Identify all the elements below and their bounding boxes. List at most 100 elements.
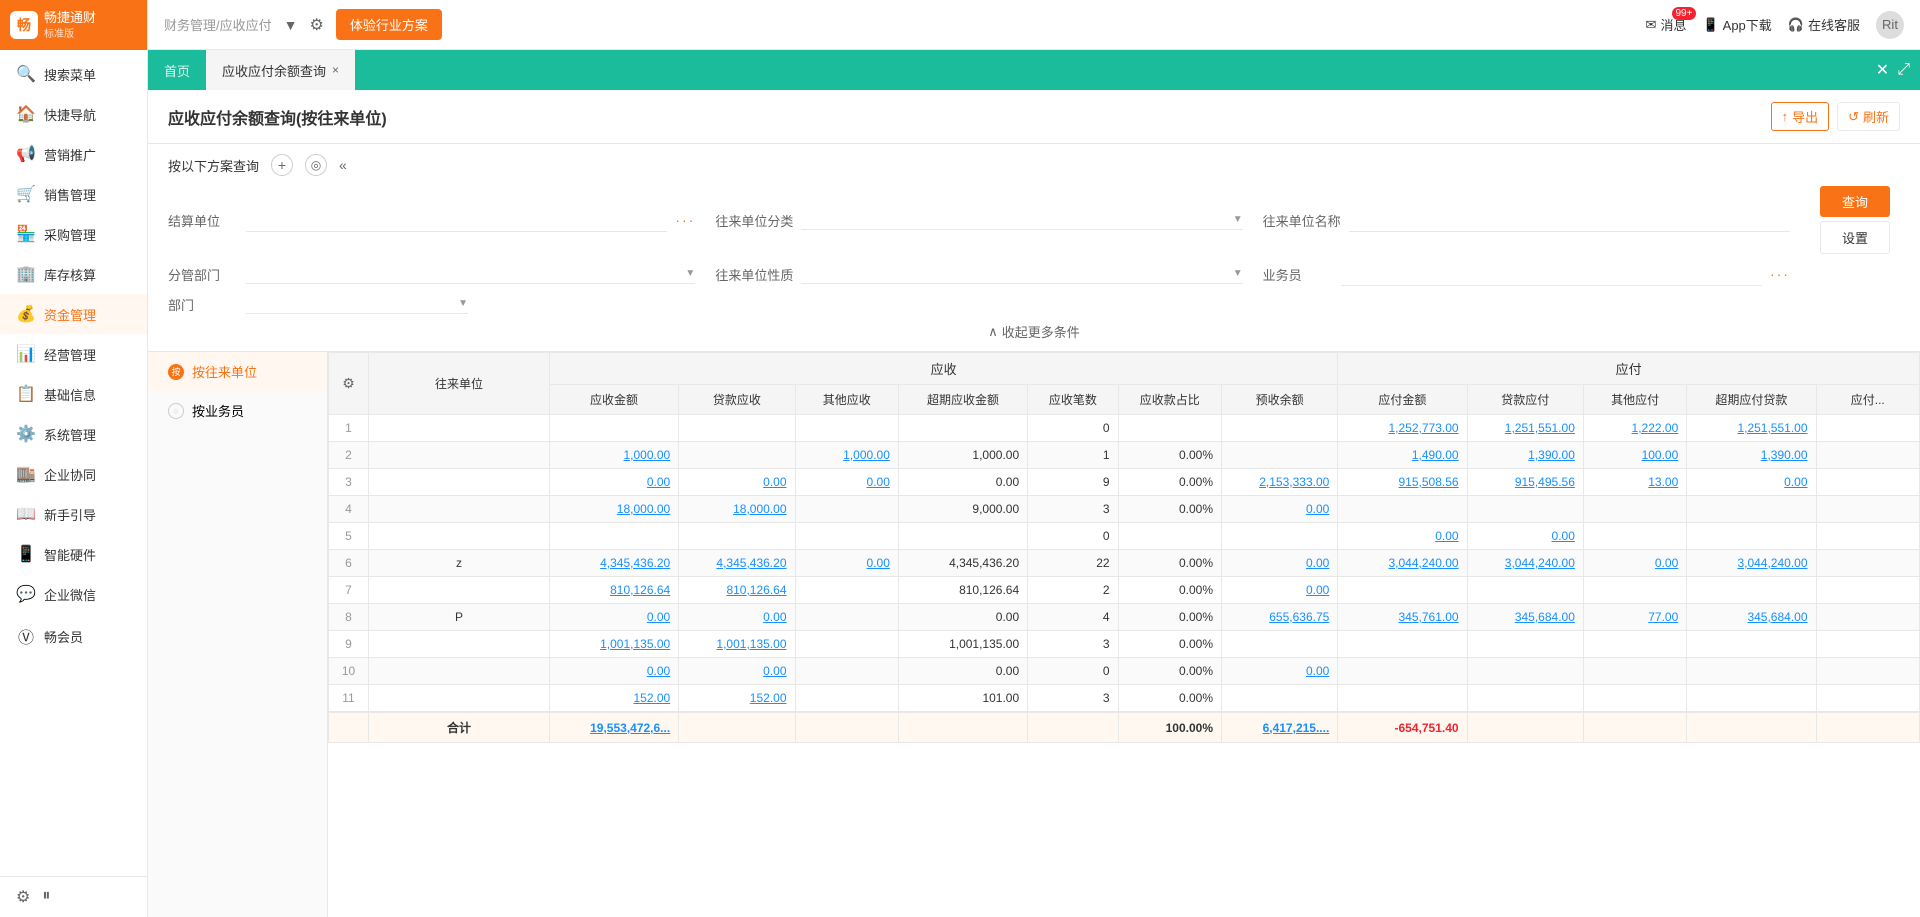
td-ap-overdue[interactable]: 0.00 xyxy=(1687,469,1816,496)
sidebar-item-search[interactable]: 🔍 搜索菜单 xyxy=(0,54,147,94)
td-ar-other[interactable] xyxy=(795,523,898,550)
td-ap-overdue[interactable] xyxy=(1687,685,1816,713)
td-ar-loan[interactable]: 0.00 xyxy=(679,604,795,631)
refresh-button[interactable]: ↺ 刷新 xyxy=(1837,102,1900,131)
sidebar-item-hardware[interactable]: 📱 智能硬件 xyxy=(0,534,147,574)
td-ap-amount[interactable]: 345,761.00 xyxy=(1338,604,1467,631)
td-ar-other[interactable]: 0.00 xyxy=(795,550,898,577)
filter-input-salesman[interactable] xyxy=(1341,262,1762,286)
user-avatar[interactable]: Rit xyxy=(1876,11,1904,39)
sidebar-item-guide[interactable]: 📖 新手引导 xyxy=(0,494,147,534)
side-panel-item-partner[interactable]: 按 按往来单位 xyxy=(148,352,327,391)
td-ap-amount[interactable]: 1,490.00 xyxy=(1338,442,1467,469)
sidebar-item-finance[interactable]: 💰 资金管理 xyxy=(0,294,147,334)
filter-select-department[interactable]: ▼ xyxy=(246,294,468,314)
td-ar-loan[interactable]: 152.00 xyxy=(679,685,795,713)
collapse-more-btn[interactable]: ∧ 收起更多条件 xyxy=(168,322,1900,341)
app-download-btn[interactable]: 📱 App下载 xyxy=(1702,15,1771,34)
td-ap-overdue[interactable] xyxy=(1687,631,1816,658)
td-ap-amount[interactable] xyxy=(1338,631,1467,658)
td-ar-other[interactable]: 1,000.00 xyxy=(795,442,898,469)
td-ar-amount[interactable]: 0.00 xyxy=(549,604,678,631)
topbar-gear-btn[interactable]: ⚙ xyxy=(309,15,323,35)
td-ap-loan[interactable]: 1,251,551.00 xyxy=(1467,415,1583,442)
filter-schema-btn[interactable]: ◎ xyxy=(305,154,327,176)
sidebar-item-sales[interactable]: 🛒 销售管理 xyxy=(0,174,147,214)
sidebar-item-wechat[interactable]: 💬 企业微信 xyxy=(0,574,147,614)
query-button[interactable]: 查询 xyxy=(1820,186,1890,217)
td-ar-prepay[interactable]: 2,153,333.00 xyxy=(1222,469,1338,496)
td-ap-other[interactable]: 13.00 xyxy=(1583,469,1686,496)
table-settings-icon[interactable]: ⚙ xyxy=(342,375,355,391)
filter-dots-salesman[interactable]: ··· xyxy=(1770,266,1790,282)
td-ap-amount[interactable]: 915,508.56 xyxy=(1338,469,1467,496)
td-ar-prepay[interactable] xyxy=(1222,442,1338,469)
td-ar-amount[interactable]: 1,001,135.00 xyxy=(549,631,678,658)
td-ap-other[interactable] xyxy=(1583,685,1686,713)
td-ap-amount[interactable] xyxy=(1338,658,1467,685)
expand-btn[interactable]: ▼ xyxy=(284,17,298,33)
td-ap-loan[interactable]: 345,684.00 xyxy=(1467,604,1583,631)
td-ap-amount[interactable]: 3,044,240.00 xyxy=(1338,550,1467,577)
td-ap-amount[interactable] xyxy=(1338,496,1467,523)
td-ar-amount[interactable]: 0.00 xyxy=(549,469,678,496)
filter-dots-settlement[interactable]: ··· xyxy=(675,212,695,228)
message-btn[interactable]: ✉ 消息 99+ xyxy=(1646,15,1687,34)
td-ap-other[interactable]: 100.00 xyxy=(1583,442,1686,469)
td-ar-other[interactable] xyxy=(795,496,898,523)
td-ap-amount[interactable]: 1,252,773.00 xyxy=(1338,415,1467,442)
td-ar-other[interactable] xyxy=(795,631,898,658)
export-button[interactable]: ↑ 导出 xyxy=(1771,102,1830,131)
td-ap-overdue[interactable]: 3,044,240.00 xyxy=(1687,550,1816,577)
td-ap-other[interactable] xyxy=(1583,631,1686,658)
td-ar-prepay[interactable]: 0.00 xyxy=(1222,550,1338,577)
td-ar-prepay[interactable]: 0.00 xyxy=(1222,496,1338,523)
filter-select-nature[interactable]: ▼ xyxy=(801,264,1242,284)
sidebar-item-operation[interactable]: 📊 经营管理 xyxy=(0,334,147,374)
sidebar-item-marketing[interactable]: 📢 营销推广 xyxy=(0,134,147,174)
td-ap-other[interactable]: 77.00 xyxy=(1583,604,1686,631)
filter-select-category[interactable]: ▼ xyxy=(801,210,1242,230)
sidebar-item-purchase[interactable]: 🏪 采购管理 xyxy=(0,214,147,254)
td-ap-other[interactable]: 0.00 xyxy=(1583,550,1686,577)
td-ar-other[interactable] xyxy=(795,658,898,685)
td-ap-other[interactable] xyxy=(1583,496,1686,523)
td-ar-prepay[interactable] xyxy=(1222,415,1338,442)
td-ar-prepay[interactable] xyxy=(1222,523,1338,550)
td-ap-overdue[interactable]: 345,684.00 xyxy=(1687,604,1816,631)
td-ap-other[interactable] xyxy=(1583,523,1686,550)
td-ar-loan[interactable]: 1,001,135.00 xyxy=(679,631,795,658)
tab-arquery-close[interactable]: × xyxy=(332,63,339,77)
td-ar-loan[interactable]: 4,345,436.20 xyxy=(679,550,795,577)
td-ap-overdue[interactable]: 1,390.00 xyxy=(1687,442,1816,469)
sidebar-item-enterprise[interactable]: 🏬 企业协同 xyxy=(0,454,147,494)
td-ar-prepay[interactable]: 0.00 xyxy=(1222,577,1338,604)
td-ar-prepay[interactable]: 655,636.75 xyxy=(1222,604,1338,631)
td-ap-other[interactable] xyxy=(1583,577,1686,604)
online-service-btn[interactable]: 🎧 在线客服 xyxy=(1788,15,1860,34)
td-ap-amount[interactable] xyxy=(1338,685,1467,713)
td-ap-overdue[interactable] xyxy=(1687,496,1816,523)
sidebar-item-system[interactable]: ⚙️ 系统管理 xyxy=(0,414,147,454)
tabbar-close-btn[interactable]: ✕ xyxy=(1876,60,1889,80)
td-ar-amount[interactable]: 1,000.00 xyxy=(549,442,678,469)
tab-home[interactable]: 首页 xyxy=(148,50,206,90)
setting-button[interactable]: 设置 xyxy=(1820,221,1890,254)
footer-ar-amount[interactable]: 19,553,472,6... xyxy=(549,712,678,743)
sidebar-item-member[interactable]: Ⓥ 畅会员 xyxy=(0,614,147,658)
solution-button[interactable]: 体验行业方案 xyxy=(336,9,442,40)
td-ap-amount[interactable] xyxy=(1338,577,1467,604)
td-ar-amount[interactable]: 0.00 xyxy=(549,658,678,685)
td-ar-loan[interactable] xyxy=(679,523,795,550)
td-ar-loan[interactable] xyxy=(679,442,795,469)
td-ar-other[interactable] xyxy=(795,604,898,631)
side-panel-item-salesman[interactable]: ○ 按业务员 xyxy=(148,391,327,430)
td-ap-loan[interactable] xyxy=(1467,631,1583,658)
td-ar-loan[interactable] xyxy=(679,415,795,442)
td-ap-loan[interactable] xyxy=(1467,577,1583,604)
td-ar-prepay[interactable] xyxy=(1222,631,1338,658)
footer-ar-prepay[interactable]: 6,417,215.... xyxy=(1222,712,1338,743)
td-ap-other[interactable] xyxy=(1583,658,1686,685)
td-ar-amount[interactable]: 810,126.64 xyxy=(549,577,678,604)
td-ap-loan[interactable]: 1,390.00 xyxy=(1467,442,1583,469)
